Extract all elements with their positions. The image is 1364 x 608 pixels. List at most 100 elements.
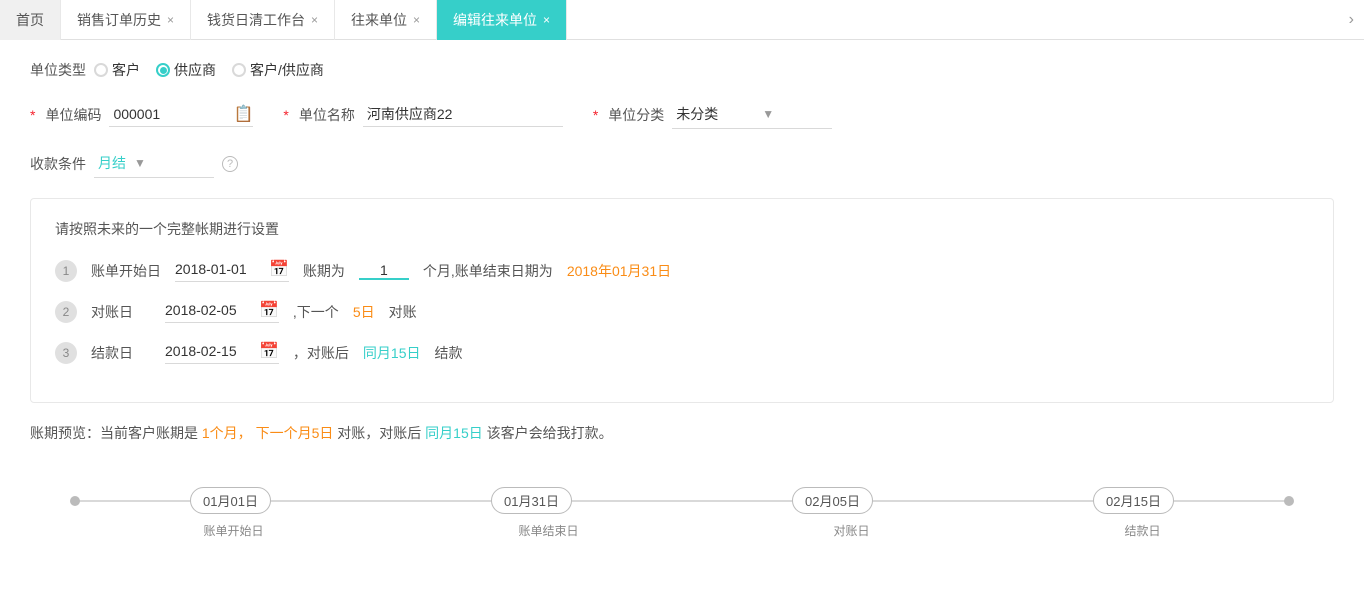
- tab-edit-partner-label: 编辑往来单位: [453, 10, 537, 30]
- timeline: 01月01日 01月31日 02月05日 02月15日 账单开始日 账单结束日: [30, 467, 1334, 569]
- unit-category-star: *: [593, 107, 598, 123]
- period-num-1: 1: [55, 260, 77, 282]
- tab-sales-history-close[interactable]: ×: [167, 13, 174, 27]
- period-row-1: 1 账单开始日 📅 账期为 个月,账单结束日期为 2018年01月31日: [55, 259, 1309, 282]
- preview-3: 对账，对账后: [337, 425, 421, 441]
- radio-customer-circle: [94, 63, 108, 77]
- period-suffix-1b: 个月,账单结束日期为: [423, 261, 553, 281]
- tab-partner-label: 往来单位: [351, 10, 407, 30]
- page-content: 单位类型 客户 供应商 客户/供应商: [0, 40, 1364, 608]
- unit-category-label: 单位分类: [608, 105, 664, 125]
- unit-code-input-wrapper: 📋: [109, 102, 253, 127]
- period-num-3: 3: [55, 342, 77, 364]
- tabs-bar: 首页 销售订单历史 × 钱货日清工作台 × 往来单位 × 编辑往来单位 × ›: [0, 0, 1364, 40]
- timeline-point-4: 02月15日: [1093, 487, 1174, 514]
- payment-terms-value: 月结: [98, 153, 126, 173]
- period-highlight-2: 5日: [353, 302, 375, 322]
- timeline-right-dot: [1284, 496, 1294, 506]
- preview-section: 账期预览：当前客户账期是 1个月， 下一个月5日 对账，对账后 同月15日 该客…: [30, 423, 1334, 443]
- timeline-date-3: 02月05日: [792, 487, 873, 514]
- period-suffix-3b: 结款: [435, 343, 463, 363]
- period-date-1: 📅: [175, 259, 289, 282]
- radio-customer-label: 客户: [112, 60, 140, 80]
- radio-both-circle: [232, 63, 246, 77]
- card-title: 请按照未来的一个完整帐期进行设置: [55, 219, 1309, 239]
- unit-category-value: 未分类: [676, 104, 718, 124]
- payment-terms-row: 收款条件 月结 ▼ ?: [30, 149, 1334, 178]
- preview-2: 下一个月5日: [256, 425, 334, 441]
- tab-sales-history[interactable]: 销售订单历史 ×: [61, 0, 191, 40]
- tabs-scroll-right[interactable]: ›: [1339, 11, 1364, 29]
- period-date-input-1[interactable]: [175, 261, 265, 277]
- period-settings-card: 请按照未来的一个完整帐期进行设置 1 账单开始日 📅 账期为 个月,账单结束日期…: [30, 198, 1334, 403]
- payment-terms-select[interactable]: 月结 ▼: [94, 149, 214, 178]
- tab-cash-work-label: 钱货日清工作台: [207, 10, 305, 30]
- period-date-2: 📅: [165, 300, 279, 323]
- preview-4: 同月15日: [425, 425, 483, 441]
- payment-terms-label: 收款条件: [30, 154, 86, 174]
- payment-terms-field: 收款条件 月结 ▼ ?: [30, 149, 238, 178]
- radio-customer[interactable]: 客户: [94, 60, 140, 80]
- unit-code-label: 单位编码: [45, 105, 101, 125]
- period-calendar-icon-2[interactable]: 📅: [259, 300, 279, 320]
- period-date-input-3[interactable]: [165, 343, 255, 359]
- tab-edit-partner-close[interactable]: ×: [543, 13, 550, 27]
- period-month-input[interactable]: [359, 262, 409, 280]
- timeline-label-3: 对账日: [833, 522, 869, 539]
- radio-supplier-dot: [160, 67, 167, 74]
- period-suffix-2b: 对账: [389, 302, 417, 322]
- period-calendar-icon-3[interactable]: 📅: [259, 341, 279, 361]
- payment-terms-help-icon[interactable]: ?: [222, 156, 238, 172]
- unit-name-input[interactable]: [363, 102, 563, 127]
- tab-edit-partner[interactable]: 编辑往来单位 ×: [437, 0, 567, 40]
- tab-cash-work-close[interactable]: ×: [311, 13, 318, 27]
- payment-terms-dropdown-icon: ▼: [134, 156, 146, 170]
- tab-home-label: 首页: [16, 10, 44, 30]
- tab-partner[interactable]: 往来单位 ×: [335, 0, 437, 40]
- period-highlight-1: 2018年01月31日: [567, 261, 671, 281]
- tab-home[interactable]: 首页: [0, 0, 61, 40]
- timeline-date-2: 01月31日: [491, 487, 572, 514]
- tab-cash-work[interactable]: 钱货日清工作台 ×: [191, 0, 335, 40]
- timeline-point-2: 01月31日: [491, 487, 572, 514]
- unit-category-select[interactable]: 未分类 ▼: [672, 100, 832, 129]
- unit-category-field: * 单位分类 未分类 ▼: [593, 100, 832, 129]
- unit-category-dropdown-icon: ▼: [762, 107, 774, 121]
- timeline-date-4: 02月15日: [1093, 487, 1174, 514]
- radio-both[interactable]: 客户/供应商: [232, 60, 324, 80]
- unit-code-icon[interactable]: 📋: [233, 104, 253, 124]
- unit-type-label: 单位类型: [30, 60, 86, 80]
- unit-type-field: 单位类型 客户 供应商 客户/供应商: [30, 60, 324, 80]
- unit-code-field: * 单位编码 📋: [30, 102, 253, 127]
- unit-name-star: *: [283, 107, 288, 123]
- timeline-label-1: 账单开始日: [203, 522, 263, 539]
- period-highlight-3: 同月15日: [363, 343, 421, 363]
- period-label-3: 结款日: [91, 343, 151, 363]
- radio-both-label: 客户/供应商: [250, 60, 324, 80]
- period-label-2: 对账日: [91, 302, 151, 322]
- unit-type-radio-group: 客户 供应商 客户/供应商: [94, 60, 324, 80]
- unit-name-field: * 单位名称: [283, 102, 562, 127]
- period-calendar-icon-1[interactable]: 📅: [269, 259, 289, 279]
- tab-partner-close[interactable]: ×: [413, 13, 420, 27]
- period-num-2: 2: [55, 301, 77, 323]
- period-suffix-3a: ，对账后: [293, 343, 349, 363]
- tab-sales-history-label: 销售订单历史: [77, 10, 161, 30]
- period-date-3: 📅: [165, 341, 279, 364]
- unit-code-input[interactable]: [109, 102, 229, 126]
- period-date-input-2[interactable]: [165, 302, 255, 318]
- preview-5: 该客户会给我打款。: [487, 425, 613, 441]
- unit-name-label: 单位名称: [299, 105, 355, 125]
- unit-type-row: 单位类型 客户 供应商 客户/供应商: [30, 60, 1334, 80]
- period-suffix-2a: ,下一个: [293, 302, 339, 322]
- radio-supplier[interactable]: 供应商: [156, 60, 216, 80]
- preview-label: 账期预览：当前客户账期是: [30, 425, 198, 441]
- radio-supplier-label: 供应商: [174, 60, 216, 80]
- timeline-label-2: 账单结束日: [518, 522, 578, 539]
- unit-details-row: * 单位编码 📋 * 单位名称 * 单位分类 未分类 ▼: [30, 100, 1334, 129]
- period-suffix-1: 账期为: [303, 261, 345, 281]
- radio-supplier-circle: [156, 63, 170, 77]
- timeline-point-1: 01月01日: [190, 487, 271, 514]
- timeline-date-1: 01月01日: [190, 487, 271, 514]
- timeline-left-dot: [70, 496, 80, 506]
